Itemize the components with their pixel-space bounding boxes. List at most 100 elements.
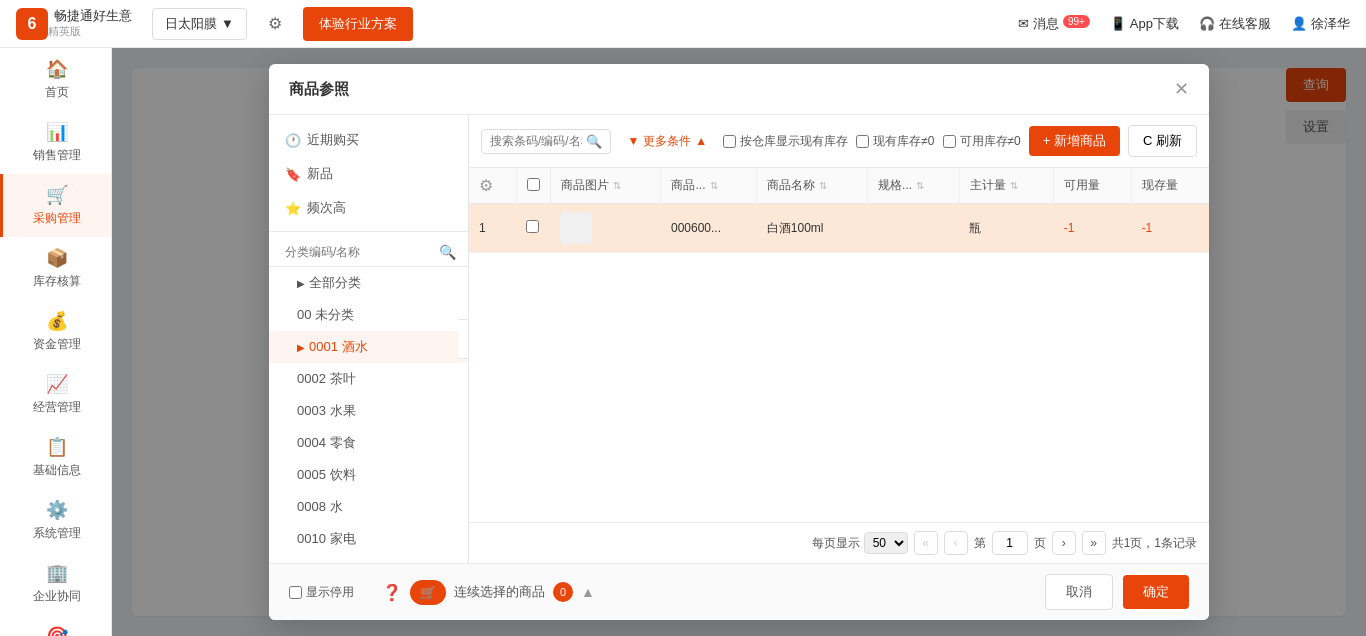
logo-area: 6 畅捷通好生意 精英版 xyxy=(16,8,132,40)
sidebar-item-operations[interactable]: 📈 经营管理 xyxy=(0,363,111,426)
arrow-icon: ▶ xyxy=(297,278,305,289)
category-search-icon[interactable]: 🔍 xyxy=(439,244,456,260)
trial-button[interactable]: 体验行业方案 xyxy=(303,7,413,41)
collapse-icon[interactable]: ▲ xyxy=(581,584,595,600)
category-snacks[interactable]: 0004 零食 xyxy=(269,427,468,459)
nav-app-download[interactable]: 📱 App下载 xyxy=(1110,15,1179,33)
prev-page-button[interactable]: ‹ xyxy=(944,531,968,555)
high-frequency-item[interactable]: ⭐ 频次高 xyxy=(269,191,468,225)
collapse-panel-button[interactable]: 《 xyxy=(458,319,469,359)
sidebar-item-inventory[interactable]: 📦 库存核算 xyxy=(0,237,111,300)
available-stock-check[interactable] xyxy=(943,135,956,148)
table-checkbox-col xyxy=(516,168,550,204)
sidebar-item-basic-info[interactable]: 📋 基础信息 xyxy=(0,426,111,489)
category-unclassified[interactable]: 00 未分类 xyxy=(269,299,468,331)
cancel-button[interactable]: 取消 xyxy=(1045,574,1113,610)
sort-icon-unit: ⇅ xyxy=(1010,180,1018,191)
refresh-button[interactable]: C 刷新 xyxy=(1128,125,1197,157)
warehouse-stock-checkbox[interactable]: 按仓库显示现有库存 xyxy=(723,133,848,150)
confirm-button[interactable]: 确定 xyxy=(1123,575,1189,609)
td-unit: 瓶 xyxy=(959,204,1053,253)
category-appliances[interactable]: 0010 家电 xyxy=(269,523,468,555)
new-product-item[interactable]: 🔖 新品 xyxy=(269,157,468,191)
warehouse-stock-check[interactable] xyxy=(723,135,736,148)
page-number-input[interactable] xyxy=(992,531,1028,555)
nav-dropdown[interactable]: 日太阳膜 ▼ xyxy=(152,8,247,40)
page-size-select: 每页显示 50 xyxy=(812,532,908,554)
sidebar-item-sales[interactable]: 📊 销售管理 xyxy=(0,111,111,174)
sidebar-item-enterprise[interactable]: 🏢 企业协同 xyxy=(0,552,111,615)
finance-icon: 💰 xyxy=(46,310,68,332)
modal-right-panel: 🔍 ▼ 更多条件 ▲ 按仓库显示现有库存 xyxy=(469,115,1209,563)
sidebar-item-home[interactable]: 🏠 首页 xyxy=(0,48,111,111)
total-info: 共1页，1条记录 xyxy=(1112,535,1197,552)
system-icon: ⚙️ xyxy=(46,499,68,521)
first-page-button[interactable]: « xyxy=(914,531,938,555)
continuous-label: 连续选择的商品 xyxy=(454,583,545,601)
last-page-button[interactable]: » xyxy=(1082,531,1106,555)
table-header-row: ⚙ 商品图片 ⇅ xyxy=(469,168,1209,204)
modal-body: 🕐 近期购买 🔖 新品 ⭐ 频次高 xyxy=(269,115,1209,563)
filter-button[interactable]: ▼ 更多条件 ▲ xyxy=(619,129,715,154)
sidebar-item-finance[interactable]: 💰 资金管理 xyxy=(0,300,111,363)
message-badge: 99+ xyxy=(1063,15,1090,28)
page-unit: 页 xyxy=(1034,535,1046,552)
new-icon: 🔖 xyxy=(285,167,301,182)
modal-left-panel: 🕐 近期购买 🔖 新品 ⭐ 频次高 xyxy=(269,115,469,563)
show-disabled-checkbox[interactable]: 显示停用 xyxy=(289,584,354,601)
chevron-down-icon: ▼ xyxy=(221,16,234,31)
category-search-input[interactable] xyxy=(285,245,435,259)
td-available: -1 xyxy=(1054,204,1132,253)
th-code: 商品... ⇅ xyxy=(661,168,757,204)
sort-icon-spec: ⇅ xyxy=(916,180,924,191)
th-stock: 现存量 xyxy=(1132,168,1209,204)
available-stock-checkbox[interactable]: 可用库存≠0 xyxy=(943,133,1021,150)
show-disabled-check[interactable] xyxy=(289,586,302,599)
filter-arrow-icon: ▲ xyxy=(695,134,707,148)
th-spec: 规格... ⇅ xyxy=(868,168,960,204)
nav-online-service[interactable]: 🎧 在线客服 xyxy=(1199,15,1271,33)
search-icon[interactable]: 🔍 xyxy=(586,134,602,149)
sidebar-item-system[interactable]: ⚙️ 系统管理 xyxy=(0,489,111,552)
table-row[interactable]: 1 000600... 白酒100ml xyxy=(469,204,1209,253)
avatar: 👤 xyxy=(1291,16,1307,31)
page-size-dropdown[interactable]: 50 xyxy=(864,532,908,554)
footer-right: 取消 确定 xyxy=(1045,574,1189,610)
th-unit: 主计量 ⇅ xyxy=(959,168,1053,204)
modal-close-button[interactable]: ✕ xyxy=(1174,78,1189,100)
modal-footer: 显示停用 ❓ 🛒 连续选择的商品 0 ▲ 取消 xyxy=(269,563,1209,620)
help-icon[interactable]: ❓ xyxy=(382,583,402,602)
cart-button[interactable]: 🛒 xyxy=(410,580,446,605)
current-stock-check[interactable] xyxy=(856,135,869,148)
sidebar: 🏠 首页 📊 销售管理 🛒 采购管理 📦 库存核算 💰 资金管理 📈 经营管理 … xyxy=(0,48,112,636)
gear-icon[interactable]: ⚙ xyxy=(259,8,291,40)
modal-header: 商品参照 ✕ xyxy=(269,64,1209,115)
category-liquor[interactable]: ▶ 0001 酒水 xyxy=(269,331,468,363)
product-search-input[interactable] xyxy=(490,134,582,148)
sidebar-item-guide[interactable]: 🎯 新手引导 xyxy=(0,615,111,636)
sidebar-item-purchase[interactable]: 🛒 采购管理 xyxy=(0,174,111,237)
recent-purchase-item[interactable]: 🕐 近期购买 xyxy=(269,123,468,157)
product-reference-modal: 商品参照 ✕ 🕐 近期购买 🔖 新品 xyxy=(269,64,1209,620)
select-all-checkbox[interactable] xyxy=(527,178,540,191)
th-available: 可用量 xyxy=(1054,168,1132,204)
category-fruit[interactable]: 0003 水果 xyxy=(269,395,468,427)
category-tea[interactable]: 0002 茶叶 xyxy=(269,363,468,395)
current-stock-checkbox[interactable]: 现有库存≠0 xyxy=(856,133,934,150)
category-all[interactable]: ▶ 全部分类 xyxy=(269,267,468,299)
table-settings-col[interactable]: ⚙ xyxy=(469,168,516,204)
nav-message-item[interactable]: ✉ 消息 99+ xyxy=(1018,15,1090,33)
category-water[interactable]: 0008 水 xyxy=(269,491,468,523)
modal-toolbar: 🔍 ▼ 更多条件 ▲ 按仓库显示现有库存 xyxy=(469,115,1209,168)
add-product-button[interactable]: + 新增商品 xyxy=(1029,126,1120,156)
next-page-button[interactable]: › xyxy=(1052,531,1076,555)
row-checkbox[interactable] xyxy=(526,220,539,233)
sort-icon-name: ⇅ xyxy=(819,180,827,191)
sort-icon: ⇅ xyxy=(613,180,621,191)
product-image xyxy=(560,212,592,244)
message-icon: ✉ xyxy=(1018,16,1029,31)
td-checkbox xyxy=(516,204,550,253)
nav-user[interactable]: 👤 徐泽华 xyxy=(1291,15,1350,33)
category-drinks[interactable]: 0005 饮料 xyxy=(269,459,468,491)
star-icon: ⭐ xyxy=(285,201,301,216)
